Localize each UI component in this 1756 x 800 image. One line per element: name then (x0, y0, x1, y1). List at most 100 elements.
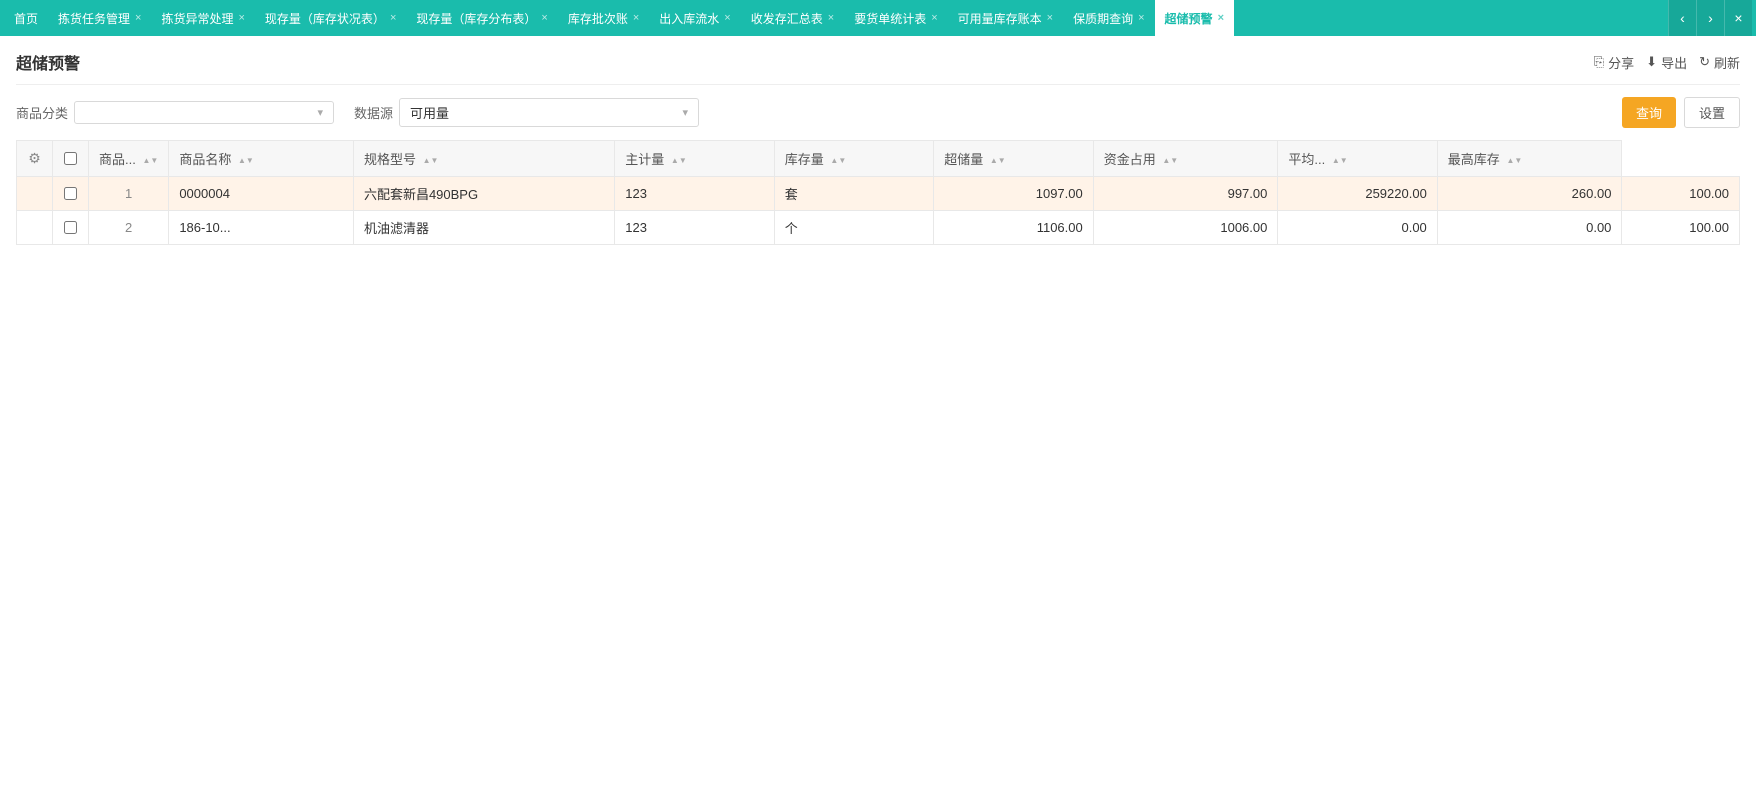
select-all-checkbox[interactable] (64, 152, 77, 165)
col-product-name-header: 商品名称 ▲▼ (169, 141, 354, 177)
sort-unit-icon[interactable]: ▲▼ (671, 157, 687, 165)
category-label: 商品分类 (16, 103, 68, 122)
row-product-code: 0000004 (169, 177, 354, 211)
row-capital: 259220.00 (1278, 177, 1437, 211)
settings-gear-icon[interactable]: ⚙ (28, 150, 41, 166)
nav-tab-close-inout-flow[interactable]: × (724, 12, 730, 24)
col-stock-label: 库存量 (785, 152, 824, 167)
nav-tab-label-overstock: 超储预警 (1165, 10, 1213, 27)
row-product-code: 186-10... (169, 211, 354, 245)
refresh-label: 刷新 (1714, 53, 1740, 72)
row-settings-cell (17, 177, 53, 211)
datasource-select-value: 可用量 (410, 103, 674, 122)
col-capital-header: 资金占用 ▲▼ (1093, 141, 1278, 177)
row-check-cell (53, 211, 89, 245)
nav-tab-label-usable-account: 可用量库存账本 (958, 10, 1042, 27)
nav-tab-home[interactable]: 首页 (4, 0, 48, 36)
datasource-dropdown-icon: ▾ (683, 106, 689, 119)
row-product-name: 机油滤清器 (353, 211, 614, 245)
nav-tab-close-abnormal[interactable]: × (238, 12, 244, 24)
row-max-stock: 100.00 (1622, 211, 1740, 245)
sort-capital-icon[interactable]: ▲▼ (1162, 157, 1178, 165)
nav-tab-batch[interactable]: 库存批次账 × (558, 0, 649, 36)
nav-tab-label-abnormal: 拣货异常处理 (161, 10, 233, 27)
export-icon: ⬇ (1646, 54, 1657, 70)
share-button[interactable]: ⎘ 分享 (1594, 53, 1634, 72)
share-icon: ⎘ (1594, 54, 1604, 70)
filter-buttons: 查询 设置 (1622, 97, 1740, 128)
nav-tab-task-mgmt[interactable]: 拣货任务管理 × (48, 0, 151, 36)
nav-tab-collect[interactable]: 收发存汇总表 × (741, 0, 844, 36)
nav-tab-label-task-mgmt: 拣货任务管理 (58, 10, 130, 27)
nav-tab-close-overstock[interactable]: × (1218, 12, 1224, 24)
nav-tab-close-quality-check[interactable]: × (1138, 12, 1144, 24)
col-spec-label: 规格型号 (364, 152, 416, 167)
query-button[interactable]: 查询 (1622, 97, 1676, 128)
col-unit-header: 主计量 ▲▼ (615, 141, 774, 177)
nav-prev-button[interactable]: ‹ (1668, 0, 1696, 36)
table-row: 2 186-10... 机油滤清器 123 个 1106.00 1006.00 … (17, 211, 1740, 245)
datasource-select[interactable]: 可用量 ▾ (399, 98, 699, 127)
category-select[interactable]: ▾ (74, 101, 334, 124)
export-label: 导出 (1661, 53, 1687, 72)
row-stock: 1106.00 (934, 211, 1093, 245)
row-checkbox-0[interactable] (64, 187, 77, 200)
nav-tab-overstock[interactable]: 超储预警 × (1155, 0, 1234, 36)
export-button[interactable]: ⬇ 导出 (1646, 53, 1687, 72)
col-spec-header: 规格型号 ▲▼ (353, 141, 614, 177)
row-settings-cell (17, 211, 53, 245)
col-avg-header: 平均... ▲▼ (1278, 141, 1437, 177)
sort-product-code-icon[interactable]: ▲▼ (142, 157, 158, 165)
sort-overstock-icon[interactable]: ▲▼ (990, 157, 1006, 165)
refresh-button[interactable]: ↻ 刷新 (1699, 53, 1740, 72)
nav-tab-close-task-mgmt[interactable]: × (135, 12, 141, 24)
nav-tab-close-inventory-dist[interactable]: × (541, 12, 547, 24)
nav-close-button[interactable]: × (1724, 0, 1752, 36)
col-stock-header: 库存量 ▲▼ (774, 141, 933, 177)
nav-tab-close-batch[interactable]: × (633, 12, 639, 24)
nav-tab-close-inventory-status[interactable]: × (390, 12, 396, 24)
col-max-stock-header: 最高库存 ▲▼ (1437, 141, 1622, 177)
row-spec: 123 (615, 177, 774, 211)
nav-tab-label-home: 首页 (14, 10, 38, 27)
col-max-stock-label: 最高库存 (1448, 152, 1500, 167)
col-capital-label: 资金占用 (1104, 152, 1156, 167)
nav-tab-label-collect: 收发存汇总表 (751, 10, 823, 27)
top-navigation: 首页拣货任务管理×拣货异常处理×现存量（库存状况表）×现存量（库存分布表）×库存… (0, 0, 1756, 36)
nav-tab-close-order-stat[interactable]: × (931, 12, 937, 24)
nav-tab-close-collect[interactable]: × (828, 12, 834, 24)
datasource-label: 数据源 (354, 103, 393, 122)
col-product-code-label: 商品... (99, 152, 136, 167)
nav-tab-usable-account[interactable]: 可用量库存账本 × (948, 0, 1063, 36)
sort-max-stock-icon[interactable]: ▲▼ (1506, 157, 1522, 165)
nav-tab-label-batch: 库存批次账 (568, 10, 628, 27)
nav-tab-close-usable-account[interactable]: × (1047, 12, 1053, 24)
sort-product-name-icon[interactable]: ▲▼ (238, 157, 254, 165)
nav-tab-quality-check[interactable]: 保质期查询× (1063, 0, 1154, 36)
col-overstock-header: 超储量 ▲▼ (934, 141, 1093, 177)
share-label: 分享 (1608, 53, 1634, 72)
col-avg-label: 平均... (1288, 152, 1325, 167)
nav-tab-inventory-dist[interactable]: 现存量（库存分布表）× (406, 0, 557, 36)
nav-tab-inout-flow[interactable]: 出入库流水× (649, 0, 740, 36)
row-unit: 套 (774, 177, 933, 211)
header-actions: ⎘ 分享 ⬇ 导出 ↻ 刷新 (1594, 53, 1740, 72)
sort-avg-icon[interactable]: ▲▼ (1332, 157, 1348, 165)
col-settings-header: ⚙ (17, 141, 53, 177)
table-header-row: ⚙ 商品... ▲▼ 商品名称 ▲▼ 规格型号 ▲▼ (17, 141, 1740, 177)
sort-stock-icon[interactable]: ▲▼ (830, 157, 846, 165)
page-header: 超储预警 ⎘ 分享 ⬇ 导出 ↻ 刷新 (16, 36, 1740, 85)
table-row: 1 0000004 六配套新昌490BPG 123 套 1097.00 997.… (17, 177, 1740, 211)
nav-tab-inventory-status[interactable]: 现存量（库存状况表）× (255, 0, 406, 36)
datasource-filter-item: 数据源 可用量 ▾ (354, 98, 699, 127)
settings-button[interactable]: 设置 (1684, 97, 1740, 128)
nav-tab-order-stat[interactable]: 要货单统计表 × (844, 0, 947, 36)
row-checkbox-1[interactable] (64, 221, 77, 234)
nav-tab-abnormal[interactable]: 拣货异常处理 × (151, 0, 254, 36)
sort-spec-icon[interactable]: ▲▼ (423, 157, 439, 165)
row-avg: 260.00 (1437, 177, 1622, 211)
nav-tab-label-order-stat: 要货单统计表 (854, 10, 926, 27)
row-stock: 1097.00 (934, 177, 1093, 211)
nav-next-button[interactable]: › (1696, 0, 1724, 36)
row-overstock: 1006.00 (1093, 211, 1278, 245)
